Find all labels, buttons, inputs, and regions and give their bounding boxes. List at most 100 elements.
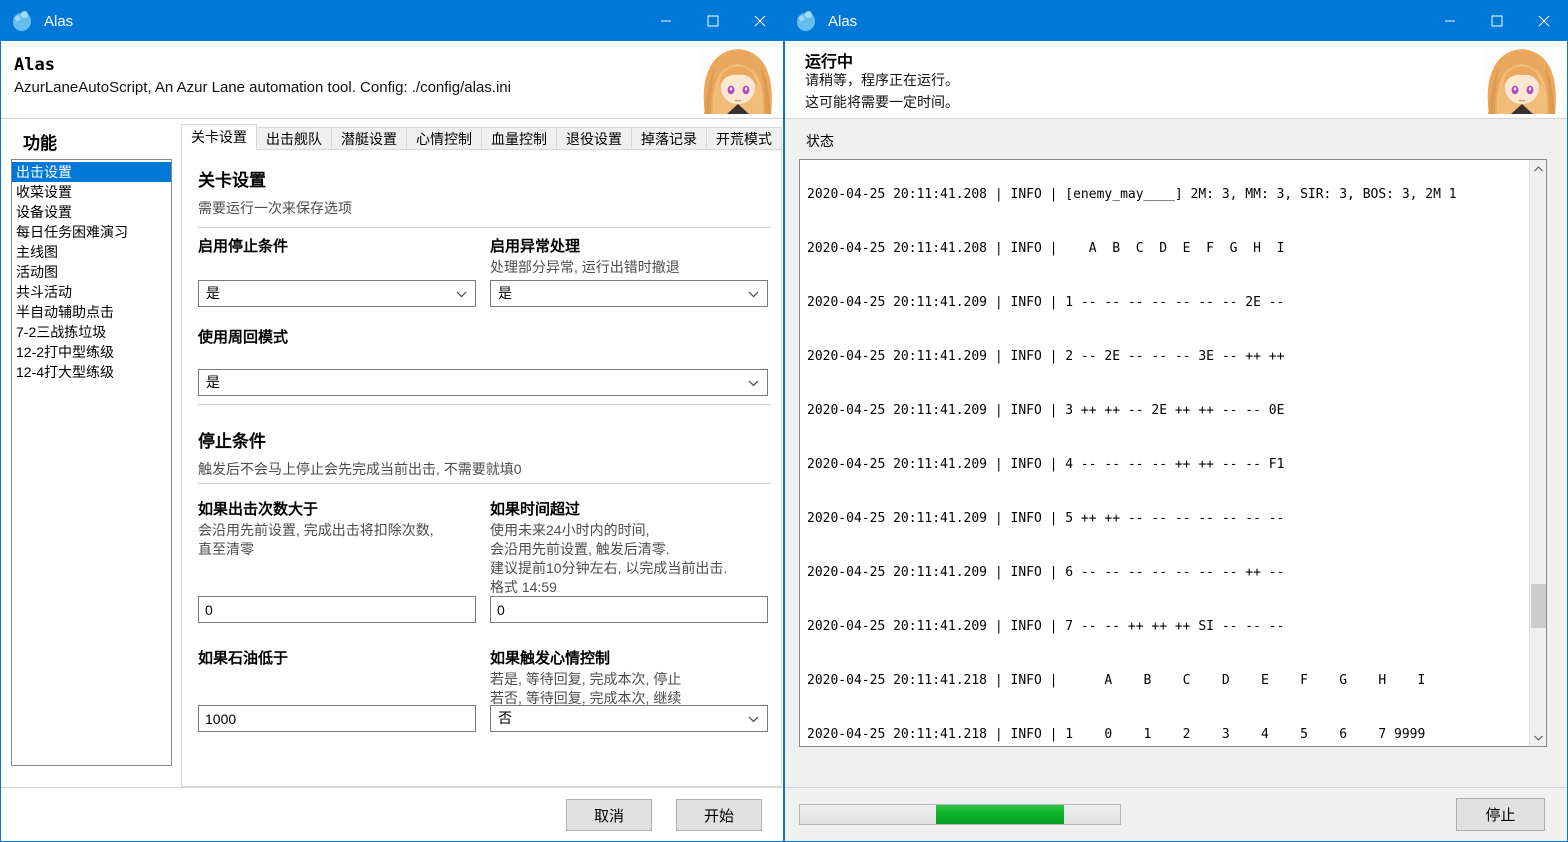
- if-emotion-desc-1: 若是, 等待回复, 完成本次, 停止: [490, 670, 681, 689]
- sidebar-title: 功能: [23, 129, 57, 154]
- scroll-up-icon[interactable]: [1530, 160, 1547, 177]
- tab-pioneer-mode[interactable]: 开荒模式: [707, 127, 782, 150]
- log-line: 2020-04-25 20:11:41.209 | INFO | 6 -- --…: [807, 564, 1528, 582]
- scroll-down-icon[interactable]: [1530, 729, 1547, 746]
- if-count-input[interactable]: [198, 596, 476, 623]
- chevron-down-icon: [748, 716, 759, 723]
- divider: [1, 787, 783, 788]
- tab-mood-control[interactable]: 心情控制: [407, 127, 482, 150]
- desktop: Alas Alas AzurLaneAutoScript, An Azur La…: [0, 0, 1568, 842]
- if-count-desc-1: 会沿用先前设置, 完成出击将扣除次数,: [198, 521, 434, 540]
- enable-stop-select[interactable]: 是: [198, 280, 476, 307]
- chevron-down-icon: [748, 380, 759, 387]
- cancel-button[interactable]: 取消: [566, 799, 652, 831]
- run-status-line1: 请稍等，程序正在运行。: [805, 70, 959, 90]
- log-line: 2020-04-25 20:11:41.209 | INFO | 2 -- 2E…: [807, 348, 1528, 366]
- app-description: AzurLaneAutoScript, An Azur Lane automat…: [14, 79, 511, 96]
- app-name: Alas: [14, 55, 55, 75]
- maximize-icon[interactable]: [689, 1, 736, 41]
- if-time-input[interactable]: [490, 596, 768, 623]
- sidebar-item-harvest-settings[interactable]: 收菜设置: [12, 182, 171, 202]
- app-header: Alas AzurLaneAutoScript, An Azur Lane au…: [1, 41, 783, 119]
- runner-window: Alas 运行中 请稍等，程序正在运行。 这可能将需要一定时间。: [784, 0, 1568, 842]
- sidebar-item-device-settings[interactable]: 设备设置: [12, 202, 171, 222]
- run-header: 运行中 请稍等，程序正在运行。 这可能将需要一定时间。: [785, 41, 1567, 119]
- window-title: Alas: [44, 13, 73, 30]
- log-viewport: 2020-04-25 20:11:41.208 | INFO | [enemy_…: [801, 161, 1528, 745]
- run-status-title: 运行中: [805, 48, 853, 72]
- enable-exception-select[interactable]: 是: [490, 280, 768, 307]
- titlebar[interactable]: Alas: [1, 1, 783, 41]
- tab-hp-control[interactable]: 血量控制: [482, 127, 557, 150]
- if-time-desc-4: 格式 14:59: [490, 578, 557, 597]
- if-count-label: 如果出击次数大于: [198, 498, 318, 519]
- maximize-icon[interactable]: [1473, 1, 1520, 41]
- if-time-label: 如果时间超过: [490, 498, 580, 519]
- settings-tabbar: 关卡设置 出击舰队 潜艇设置 心情控制 血量控制 退役设置 掉落记录 开荒模式: [181, 124, 782, 150]
- enable-exception-desc: 处理部分异常, 运行出错时撤退: [490, 258, 680, 277]
- if-oil-input[interactable]: [198, 705, 476, 732]
- if-time-desc-1: 使用未来24小时内的时间,: [490, 521, 649, 540]
- enable-stop-label: 启用停止条件: [198, 235, 288, 256]
- log-line: 2020-04-25 20:11:41.218 | INFO | A B C D…: [807, 672, 1528, 690]
- sidebar-item-event-map[interactable]: 活动图: [12, 262, 171, 282]
- sidebar-item-attack-settings[interactable]: 出击设置: [12, 162, 171, 182]
- function-listbox[interactable]: 出击设置 收菜设置 设备设置 每日任务困难演习 主线图 活动图 共斗活动 半自动…: [11, 159, 172, 766]
- sidebar-item-main-map[interactable]: 主线图: [12, 242, 171, 262]
- avatar: [699, 46, 776, 114]
- sidebar-item-daily-hard-exercise[interactable]: 每日任务困难演习: [12, 222, 171, 242]
- section-title: 关卡设置: [198, 166, 266, 191]
- scrollbar-thumb[interactable]: [1531, 584, 1546, 628]
- start-button[interactable]: 开始: [676, 799, 762, 831]
- loop-mode-select[interactable]: 是: [198, 369, 768, 396]
- minimize-icon[interactable]: [642, 1, 689, 41]
- window-title: Alas: [828, 13, 857, 30]
- minimize-icon[interactable]: [1426, 1, 1473, 41]
- app-logo-icon: [796, 10, 818, 32]
- log-line: 2020-04-25 20:11:41.209 | INFO | 4 -- --…: [807, 456, 1528, 474]
- close-icon[interactable]: [1520, 1, 1567, 41]
- stop-condition-title: 停止条件: [198, 427, 266, 452]
- divider: [198, 227, 771, 228]
- progress-bar: [799, 804, 1121, 825]
- enable-exception-label: 启用异常处理: [490, 235, 580, 256]
- if-time-desc-3: 建议提前10分钟左右, 以完成当前出击.: [490, 559, 727, 578]
- log-output[interactable]: 2020-04-25 20:11:41.208 | INFO | [enemy_…: [799, 159, 1547, 747]
- tab-submarine-settings[interactable]: 潜艇设置: [332, 127, 407, 150]
- chevron-down-icon: [456, 291, 467, 298]
- sidebar-item-coop-event[interactable]: 共斗活动: [12, 282, 171, 302]
- settings-window: Alas Alas AzurLaneAutoScript, An Azur La…: [0, 0, 784, 842]
- app-logo-icon: [12, 10, 34, 32]
- log-lines: 2020-04-25 20:11:41.208 | INFO | [enemy_…: [801, 161, 1528, 745]
- stop-button[interactable]: 停止: [1456, 798, 1545, 831]
- if-oil-label: 如果石油低于: [198, 647, 288, 668]
- if-time-desc-2: 会沿用先前设置, 触发后清零.: [490, 540, 670, 559]
- log-line: 2020-04-25 20:11:41.209 | INFO | 7 -- --…: [807, 618, 1528, 636]
- titlebar[interactable]: Alas: [785, 1, 1567, 41]
- if-count-desc-2: 直至清零: [198, 540, 254, 559]
- log-line: 2020-04-25 20:11:41.209 | INFO | 1 -- --…: [807, 294, 1528, 312]
- sidebar-item-7-2[interactable]: 7-2三战拣垃圾: [12, 322, 171, 342]
- tab-attack-fleet[interactable]: 出击舰队: [257, 127, 332, 150]
- tab-stage-settings[interactable]: 关卡设置: [181, 124, 257, 150]
- log-scrollbar[interactable]: [1529, 160, 1546, 746]
- loop-mode-label: 使用周回模式: [198, 326, 288, 347]
- log-line: 2020-04-25 20:11:41.209 | INFO | 3 ++ ++…: [807, 402, 1528, 420]
- log-line: 2020-04-25 20:11:41.208 | INFO | [enemy_…: [807, 186, 1528, 204]
- tab-retire-settings[interactable]: 退役设置: [557, 127, 632, 150]
- tab-drop-record[interactable]: 掉落记录: [632, 127, 707, 150]
- enable-stop-value: 是: [206, 285, 220, 301]
- stop-condition-desc: 触发后不会马上停止会先完成当前出击, 不需要就填0: [198, 459, 522, 479]
- loop-mode-value: 是: [206, 374, 220, 390]
- section-desc: 需要运行一次来保存选项: [198, 198, 352, 218]
- sidebar-item-12-2[interactable]: 12-2打中型练级: [12, 342, 171, 362]
- avatar: [1483, 46, 1560, 114]
- if-emotion-select[interactable]: 否: [490, 705, 768, 732]
- log-line: 2020-04-25 20:11:41.208 | INFO | A B C D…: [807, 240, 1528, 258]
- log-line: 2020-04-25 20:11:41.218 | INFO | 1 0 1 2…: [807, 726, 1528, 744]
- close-icon[interactable]: [736, 1, 783, 41]
- sidebar-item-semi-auto[interactable]: 半自动辅助点击: [12, 302, 171, 322]
- if-emotion-label: 如果触发心情控制: [490, 647, 610, 668]
- status-label: 状态: [806, 131, 834, 151]
- sidebar-item-12-4[interactable]: 12-4打大型练级: [12, 362, 171, 382]
